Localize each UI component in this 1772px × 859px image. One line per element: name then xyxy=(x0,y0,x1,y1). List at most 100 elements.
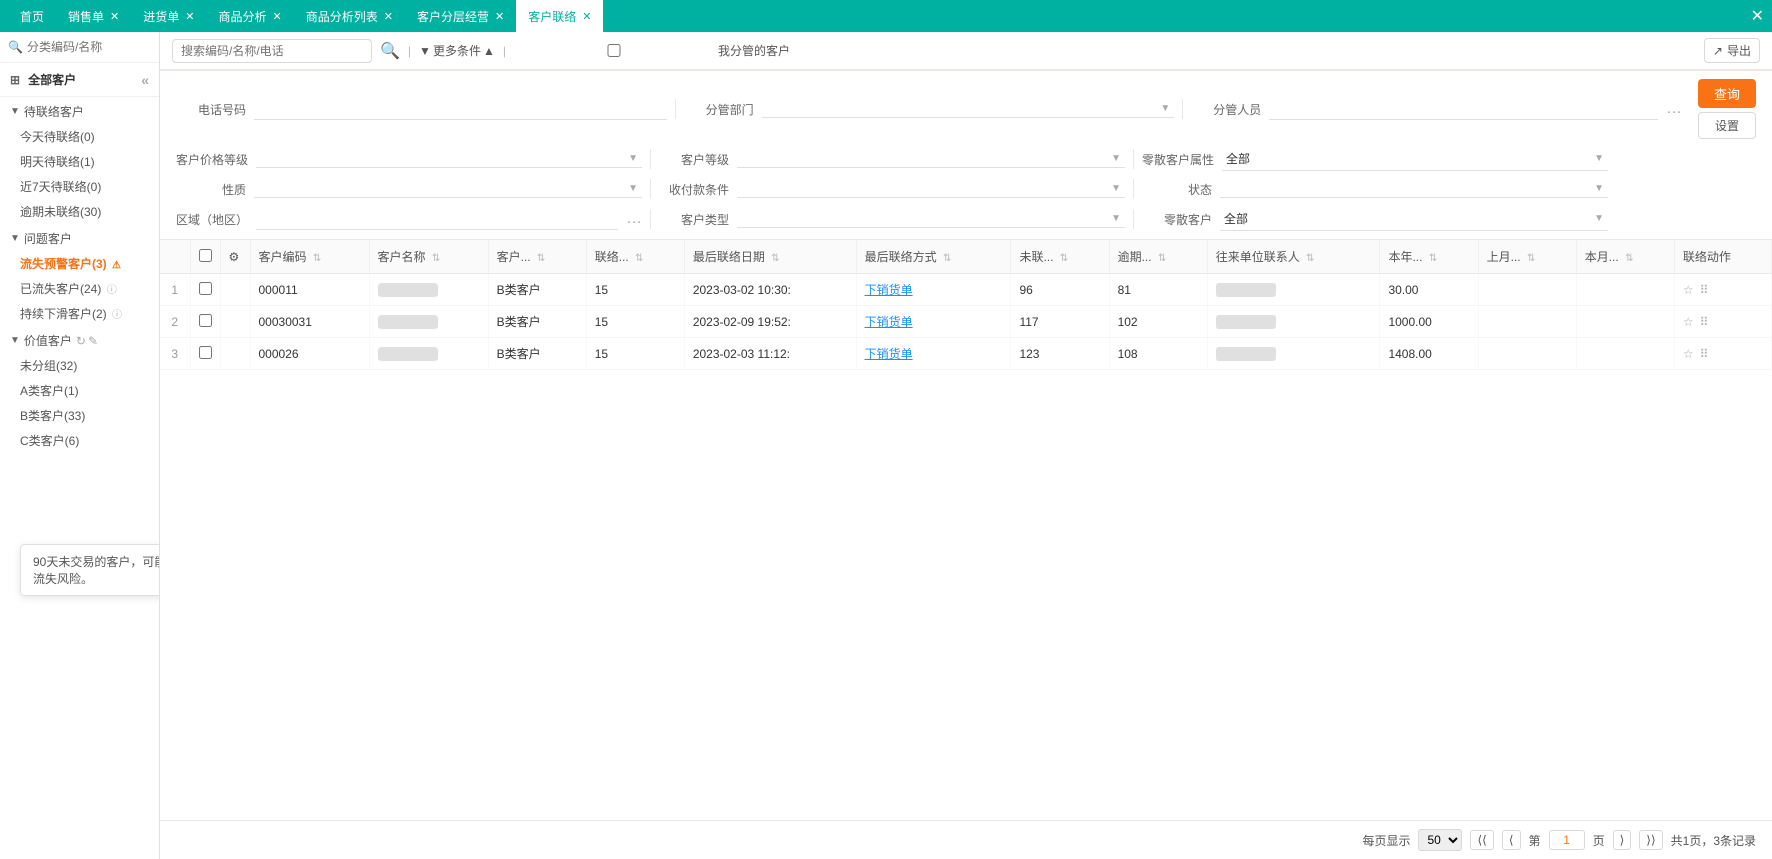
status-arrow: ▼ xyxy=(1594,183,1604,194)
my-customers-checkbox[interactable]: 我分管的客户 xyxy=(514,42,790,59)
col-last-date-sort[interactable]: ⇅ xyxy=(771,253,779,264)
sidebar-item-loss-warning[interactable]: 流失预警客户(3) ⚠ xyxy=(0,251,159,276)
sidebar-item-a-class[interactable]: A类客户(1) xyxy=(0,378,159,403)
nature-select[interactable]: ▼ xyxy=(254,180,642,198)
home-tab[interactable]: 首页 xyxy=(8,0,56,32)
sidebar-item-ungrouped[interactable]: 未分组(32) xyxy=(0,353,159,378)
row-3-more-icon[interactable]: ⠿ xyxy=(1700,347,1709,361)
export-button[interactable]: ↗ 导出 xyxy=(1704,38,1760,63)
sidebar-item-today[interactable]: 今天待联络(0) xyxy=(0,124,159,149)
status-select[interactable]: ▼ xyxy=(1220,180,1608,198)
payment-select[interactable]: ▼ xyxy=(737,180,1125,198)
row-1-last-method[interactable]: 下销货单 xyxy=(856,274,1011,306)
customer-level-select[interactable]: ▼ xyxy=(737,150,1125,168)
search-input[interactable] xyxy=(172,39,372,63)
region-dots-icon[interactable]: … xyxy=(626,210,642,228)
value-refresh-icon[interactable]: ↻ xyxy=(76,334,86,348)
value-edit-icon[interactable]: ✎ xyxy=(88,334,98,348)
row-3-contact: 15 xyxy=(586,338,684,370)
sidebar-item-overdue[interactable]: 逾期未联络(30) xyxy=(0,199,159,224)
tab-sales[interactable]: 销售单 ✕ xyxy=(56,0,131,32)
col-settings[interactable]: ⚙ xyxy=(220,240,250,274)
row-2-last-method-link[interactable]: 下销货单 xyxy=(865,315,913,329)
sidebar-item-c-class[interactable]: C类客户(6) xyxy=(0,428,159,453)
sidebar-pending-label: 待联络客户 xyxy=(24,103,84,120)
row-2-chat-icon[interactable]: ☆ xyxy=(1683,315,1694,329)
col-last-method-sort[interactable]: ⇅ xyxy=(943,253,951,264)
total-pages-label: 页 xyxy=(1593,832,1605,849)
col-this-year-sort[interactable]: ⇅ xyxy=(1429,253,1437,264)
row-3-this-month xyxy=(1576,338,1674,370)
col-unlinked-sort[interactable]: ⇅ xyxy=(1060,253,1068,264)
tab-product-analysis-close[interactable]: ✕ xyxy=(273,10,282,23)
zero-attr-select[interactable]: 全部 ▼ xyxy=(1222,147,1608,171)
person-input[interactable] xyxy=(1269,99,1658,120)
tab-purchase[interactable]: 进货单 ✕ xyxy=(131,0,206,32)
row-1-more-icon[interactable]: ⠿ xyxy=(1700,283,1709,297)
row-3-last-method-link[interactable]: 下销货单 xyxy=(865,347,913,361)
all-customers-item[interactable]: ⊞ 全部客户 « xyxy=(0,63,159,97)
prev-page-button[interactable]: ⟨ xyxy=(1502,830,1521,850)
col-last-month-sort[interactable]: ⇅ xyxy=(1527,253,1535,264)
sidebar-section-pending[interactable]: ▼ 待联络客户 xyxy=(0,97,159,124)
more-conditions-toggle[interactable]: ▼ 更多条件 ▲ xyxy=(419,42,495,59)
my-customers-check[interactable] xyxy=(514,44,714,57)
phone-label: 电话号码 xyxy=(176,101,246,118)
tab-sales-close[interactable]: ✕ xyxy=(110,10,119,23)
col-unit-contact-sort[interactable]: ⇅ xyxy=(1306,253,1314,264)
phone-input[interactable] xyxy=(254,99,667,120)
row-3-name-blur xyxy=(378,347,438,361)
row-1-last-method-link[interactable]: 下销货单 xyxy=(865,283,913,297)
main-layout: 🔍 ⊞ 全部客户 « ▼ 待联络客户 今天待联络(0) 明天待联络(1) 近7天… xyxy=(0,32,1772,859)
tab-customer-contact-close[interactable]: ✕ xyxy=(582,10,591,23)
tab-product-analysis[interactable]: 商品分析 ✕ xyxy=(206,0,293,32)
col-type-sort[interactable]: ⇅ xyxy=(537,253,545,264)
region-input[interactable] xyxy=(256,209,618,230)
sidebar-item-7days[interactable]: 近7天待联络(0) xyxy=(0,174,159,199)
tab-product-analysis-list[interactable]: 商品分析列表 ✕ xyxy=(294,0,405,32)
sidebar-collapse-icon[interactable]: « xyxy=(141,72,149,88)
person-dots-icon[interactable]: … xyxy=(1666,100,1682,118)
page-number-input[interactable] xyxy=(1549,830,1585,850)
sidebar-item-already-lost[interactable]: 已流失客户(24) ⓘ xyxy=(0,276,159,301)
query-button[interactable]: 查询 xyxy=(1698,79,1756,108)
col-contact-sort[interactable]: ⇅ xyxy=(635,253,643,264)
sidebar-section-lost[interactable]: ▼ 问题客户 xyxy=(0,224,159,251)
col-this-month-sort[interactable]: ⇅ xyxy=(1625,253,1633,264)
row-2-checkbox[interactable] xyxy=(190,306,220,338)
sidebar-search-input[interactable] xyxy=(27,40,160,54)
row-1-checkbox[interactable] xyxy=(190,274,220,306)
zero-customer-select[interactable]: 全部 ▼ xyxy=(1220,207,1608,231)
select-all-checkbox[interactable] xyxy=(199,249,212,262)
row-3-action-icons: ☆ ⠿ xyxy=(1683,347,1763,361)
row-1-chat-icon[interactable]: ☆ xyxy=(1683,283,1694,297)
next-page-button[interactable]: ⟩ xyxy=(1613,830,1632,850)
row-3-last-method[interactable]: 下销货单 xyxy=(856,338,1011,370)
per-page-select[interactable]: 50 xyxy=(1418,829,1462,851)
first-page-button[interactable]: ⟨⟨ xyxy=(1470,830,1493,850)
search-button[interactable]: 🔍 xyxy=(380,41,400,61)
tab-customer-contact[interactable]: 客户联络 ✕ xyxy=(516,0,603,32)
row-3-chat-icon[interactable]: ☆ xyxy=(1683,347,1694,361)
tab-customer-tier-close[interactable]: ✕ xyxy=(495,10,504,23)
table-row: 1 000011 B类客户 15 2023-03-02 10:30: 下销货单 … xyxy=(160,274,1772,306)
customer-type-select[interactable]: ▼ xyxy=(737,210,1125,228)
sidebar-item-b-class[interactable]: B类客户(33) xyxy=(0,403,159,428)
window-close-icon[interactable]: ✕ xyxy=(1751,6,1764,26)
col-overdue-sort[interactable]: ⇅ xyxy=(1158,253,1166,264)
tab-product-analysis-list-close[interactable]: ✕ xyxy=(384,10,393,23)
dept-select[interactable]: ▼ xyxy=(762,100,1175,118)
last-page-button[interactable]: ⟩⟩ xyxy=(1639,830,1662,850)
settings-button[interactable]: 设置 xyxy=(1698,112,1756,139)
tab-purchase-close[interactable]: ✕ xyxy=(185,10,194,23)
col-code-sort[interactable]: ⇅ xyxy=(313,253,321,264)
row-2-more-icon[interactable]: ⠿ xyxy=(1700,315,1709,329)
sidebar-item-declining[interactable]: 持续下滑客户(2) ⓘ xyxy=(0,301,159,326)
row-2-last-method[interactable]: 下销货单 xyxy=(856,306,1011,338)
row-3-checkbox[interactable] xyxy=(190,338,220,370)
sidebar-item-tomorrow[interactable]: 明天待联络(1) xyxy=(0,149,159,174)
col-name-sort[interactable]: ⇅ xyxy=(432,253,440,264)
tab-customer-tier[interactable]: 客户分层经营 ✕ xyxy=(405,0,516,32)
sidebar-section-value[interactable]: ▼ 价值客户 ↻ ✎ xyxy=(0,326,159,353)
price-level-select[interactable]: ▼ xyxy=(256,150,642,168)
